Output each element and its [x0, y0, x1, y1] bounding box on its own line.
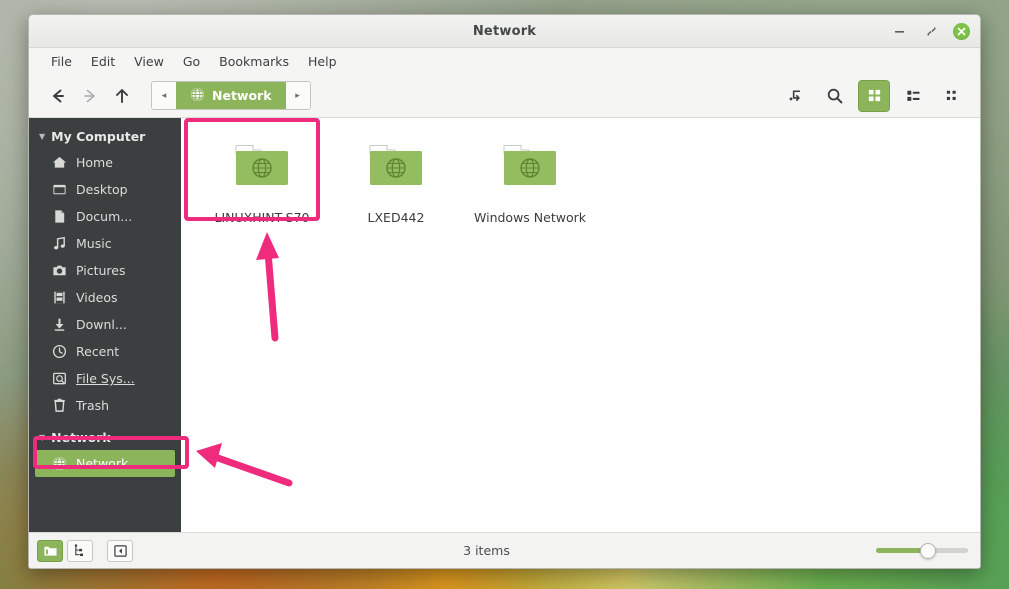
search-button[interactable] — [819, 80, 851, 112]
sidebar-group-label: Network — [51, 430, 111, 445]
sidebar-item-label: Trash — [76, 398, 110, 413]
menu-bookmarks[interactable]: Bookmarks — [210, 51, 298, 72]
sidebar-item-label: Downl... — [76, 317, 127, 332]
sidebar-item-network[interactable]: Network — [35, 450, 175, 477]
icon-view-icon — [868, 89, 880, 102]
sidebar-item-label: Recent — [76, 344, 120, 359]
maximize-button[interactable] — [921, 22, 941, 42]
sidebar-item-label: Docum... — [76, 209, 133, 224]
sidebar-item-label: Music — [76, 236, 112, 251]
zoom-slider[interactable] — [876, 542, 968, 560]
film-icon — [51, 290, 67, 306]
folder-view-icon — [43, 546, 57, 556]
sidebar-item-pictures[interactable]: Pictures — [29, 257, 181, 284]
forward-button[interactable] — [75, 81, 105, 111]
window-body: ▼ My Computer Home Desktop Docum... Musi… — [29, 118, 980, 532]
back-button[interactable] — [43, 81, 73, 111]
window-controls — [889, 15, 970, 48]
chevron-down-icon: ▼ — [39, 132, 46, 141]
tree-view-icon — [74, 543, 83, 556]
path-scroll-left-button[interactable]: ◂ — [152, 82, 176, 109]
statusbar: 3 items — [29, 532, 980, 568]
view-icons-button[interactable] — [858, 79, 890, 112]
music-note-icon — [51, 236, 67, 252]
path-scroll-right-button[interactable]: ▸ — [285, 82, 310, 109]
status-item-count: 3 items — [463, 543, 510, 558]
close-button[interactable] — [953, 23, 970, 40]
chevron-down-icon: ▼ — [39, 433, 46, 442]
document-icon — [51, 209, 67, 225]
file-item-lxed442[interactable]: LXED442 — [329, 132, 463, 237]
camera-icon — [51, 263, 67, 279]
menu-view[interactable]: View — [125, 51, 173, 72]
window-titlebar: Network — [29, 15, 980, 48]
sidebar-item-label: Videos — [76, 290, 118, 305]
file-item-label: LXED442 — [367, 210, 425, 225]
harddisk-icon — [51, 371, 67, 387]
file-item-linuxhint-s70[interactable]: LINUXHINT-S70 — [195, 132, 329, 237]
sidebar-item-file-system[interactable]: File Sys... — [29, 365, 181, 392]
toggle-location-entry-button[interactable] — [780, 80, 812, 112]
view-list-button[interactable] — [897, 80, 929, 112]
file-item-label: LINUXHINT-S70 — [214, 210, 310, 225]
toggle-location-entry-icon — [789, 90, 800, 101]
back-arrow-icon — [53, 89, 64, 102]
network-folder-icon — [231, 142, 293, 200]
file-item-label: Windows Network — [474, 210, 586, 225]
zoom-slider-knob[interactable] — [920, 542, 937, 559]
menu-go[interactable]: Go — [174, 51, 209, 72]
navigation-toolbar: ◂ Network ▸ — [29, 74, 980, 118]
trash-icon — [51, 398, 67, 414]
file-list-view[interactable]: LINUXHINT-S70 LXED442 Windows Network — [181, 118, 980, 532]
view-compact-button[interactable] — [936, 80, 968, 112]
menu-file[interactable]: File — [42, 51, 81, 72]
window-title: Network — [472, 23, 537, 39]
statusbar-tree-view-button[interactable] — [67, 539, 93, 562]
sidebar-item-recent[interactable]: Recent — [29, 338, 181, 365]
sidebar-item-trash[interactable]: Trash — [29, 392, 181, 419]
file-manager-window: Network File Edit View Go Bookmarks Help… — [28, 14, 981, 569]
up-arrow-icon — [116, 88, 128, 103]
network-folder-icon — [365, 142, 427, 200]
compact-view-icon — [946, 90, 956, 100]
desktop-background: Network File Edit View Go Bookmarks Help… — [0, 0, 1009, 589]
desktop-icon — [51, 182, 67, 198]
menu-edit[interactable]: Edit — [82, 51, 124, 72]
download-arrow-icon — [51, 317, 67, 333]
search-icon — [827, 88, 843, 103]
list-view-icon — [906, 90, 920, 101]
sidebar-item-documents[interactable]: Docum... — [29, 203, 181, 230]
network-folder-icon — [499, 142, 561, 200]
menubar: File Edit View Go Bookmarks Help — [29, 48, 980, 74]
network-globe-icon — [190, 87, 205, 105]
sidebar-group-my-computer[interactable]: ▼ My Computer — [29, 124, 181, 149]
sidebar-item-desktop[interactable]: Desktop — [29, 176, 181, 203]
sidebar-item-videos[interactable]: Videos — [29, 284, 181, 311]
breadcrumb-network[interactable]: Network — [176, 82, 286, 109]
sidebar-group-label: My Computer — [51, 129, 146, 144]
sidebar-item-home[interactable]: Home — [29, 149, 181, 176]
sidebar-item-label: Pictures — [76, 263, 126, 278]
network-globe-icon — [51, 456, 67, 472]
sidebar: ▼ My Computer Home Desktop Docum... Musi… — [29, 118, 181, 532]
forward-arrow-icon — [84, 89, 95, 102]
up-button[interactable] — [107, 81, 137, 111]
sidebar-item-downloads[interactable]: Downl... — [29, 311, 181, 338]
sidebar-item-label: File Sys... — [76, 371, 135, 386]
path-bar: ◂ Network ▸ — [151, 81, 311, 110]
zoom-slider-fill — [876, 548, 926, 553]
breadcrumb-label: Network — [212, 88, 272, 103]
menu-help[interactable]: Help — [299, 51, 346, 72]
sidebar-group-network[interactable]: ▼ Network — [29, 425, 181, 450]
minimize-button[interactable] — [889, 22, 909, 42]
statusbar-icon-view-button[interactable] — [37, 539, 63, 562]
sidebar-item-label: Desktop — [76, 182, 128, 197]
home-icon — [51, 155, 67, 171]
file-item-windows-network[interactable]: Windows Network — [463, 132, 597, 237]
sidebar-item-label: Network — [76, 456, 129, 471]
clock-icon — [51, 344, 67, 360]
sidebar-item-label: Home — [76, 155, 113, 170]
sidebar-item-music[interactable]: Music — [29, 230, 181, 257]
